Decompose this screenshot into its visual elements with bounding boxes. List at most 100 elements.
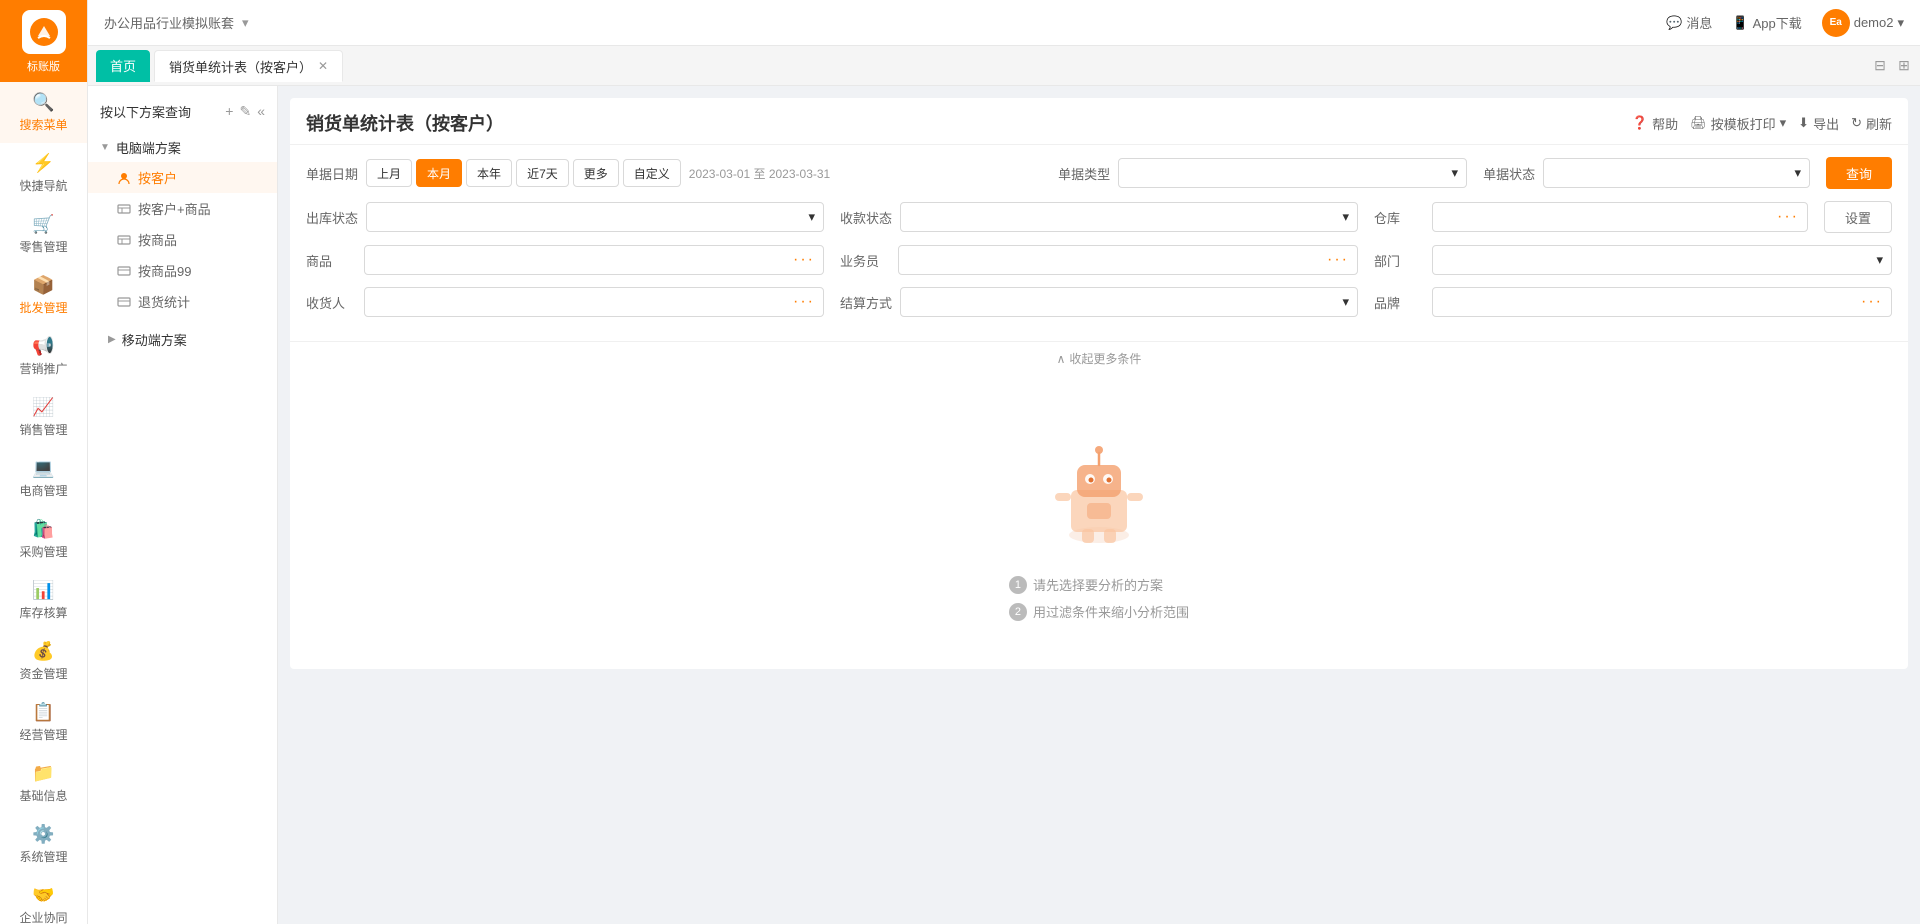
panel-section-pc-header[interactable]: ▼ 电脑端方案	[88, 133, 277, 162]
sidebar-item-marketing[interactable]: 📢 营销推广	[0, 326, 87, 387]
sidebar-item-search[interactable]: 🔍 搜索菜单	[0, 82, 87, 143]
query-section: 单据日期 上月 本月 本年 近7天 更多 自定义 2023-03-01 至 20…	[290, 144, 1908, 341]
page-title: 销货单统计表（按客户）	[306, 110, 504, 136]
out-status-select[interactable]: ▾	[366, 202, 824, 232]
settings-button[interactable]: 设置	[1824, 201, 1892, 233]
message-button[interactable]: 💬 消息	[1666, 13, 1712, 32]
industry-label: 办公用品行业模拟账套	[104, 13, 234, 32]
goods-dots[interactable]: ···	[793, 251, 815, 269]
panel-item-by-customer[interactable]: 按客户	[88, 162, 277, 193]
panel-collapse-icon[interactable]: «	[257, 103, 265, 120]
window-maximize-button[interactable]: ⊞	[1896, 58, 1912, 74]
sidebar-item-search-label: 搜索菜单	[19, 116, 67, 133]
by-goods99-label: 按商品99	[138, 261, 191, 280]
by-customer-icon	[116, 170, 132, 186]
panel-add-icon[interactable]: +	[225, 103, 233, 120]
content-card: 销货单统计表（按客户） ❓ 帮助 🖨 按模板打印 ▾ ⬇	[290, 98, 1908, 669]
top-header: 办公用品行业模拟账套 ▾ 💬 消息 📱 App下载 Ea demo2 ▾	[88, 0, 1920, 46]
settlement-field: 结算方式 ▾	[840, 287, 1358, 317]
sidebar-item-retail[interactable]: 🛒 零售管理	[0, 204, 87, 265]
panel-item-by-customer-goods[interactable]: 按客户+商品	[88, 193, 277, 224]
salesman-dots[interactable]: ···	[1327, 251, 1349, 269]
sidebar-item-system[interactable]: ⚙️ 系统管理	[0, 814, 87, 875]
panel-item-return-stat[interactable]: 退货统计	[88, 286, 277, 317]
sidebar-item-basic[interactable]: 📁 基础信息	[0, 753, 87, 814]
order-status-field: 单据状态 ▾ 查询	[1483, 157, 1892, 189]
query-button[interactable]: 查询	[1826, 157, 1892, 189]
goods-select[interactable]: ···	[364, 245, 824, 275]
template-print-button[interactable]: 🖨 按模板打印 ▾	[1690, 114, 1786, 133]
industry-dropdown-icon[interactable]: ▾	[242, 15, 249, 31]
salesman-select[interactable]: ···	[898, 245, 1358, 275]
tab-close-icon[interactable]: ✕	[318, 59, 328, 73]
settlement-label: 结算方式	[840, 293, 892, 312]
sidebar-item-ecommerce[interactable]: 💻 电商管理	[0, 448, 87, 509]
avatar-initials: Ea	[1830, 17, 1842, 28]
date-btn-last-month[interactable]: 上月	[366, 159, 412, 187]
shortcut-icon: ⚡	[32, 153, 54, 174]
empty-tips: 1 请先选择要分析的方案 2 用过滤条件来缩小分析范围	[1009, 575, 1189, 629]
app-download-button[interactable]: 📱 App下载	[1732, 13, 1801, 32]
department-select[interactable]: ▾	[1432, 245, 1892, 275]
receiver-select[interactable]: ···	[364, 287, 824, 317]
date-btn-this-year[interactable]: 本年	[466, 159, 512, 187]
panel-section-mobile-header[interactable]: ▶ 移动端方案	[88, 325, 277, 354]
sidebar-item-cooperation[interactable]: 🤝 企业协同	[0, 875, 87, 924]
brand-select[interactable]: ···	[1432, 287, 1892, 317]
help-button[interactable]: ❓ 帮助	[1632, 114, 1678, 133]
date-btn-this-month[interactable]: 本月	[416, 159, 462, 187]
user-menu[interactable]: Ea demo2 ▾	[1822, 9, 1904, 37]
sidebar-item-purchase[interactable]: 🛍️ 采购管理	[0, 509, 87, 570]
wholesale-icon: 📦	[32, 275, 54, 296]
panel-item-by-goods99[interactable]: 按商品99	[88, 255, 277, 286]
collect-status-select[interactable]: ▾	[900, 202, 1358, 232]
date-btn-custom[interactable]: 自定义	[623, 159, 681, 187]
sidebar-item-shortcut[interactable]: ⚡ 快捷导航	[0, 143, 87, 204]
warehouse-dots[interactable]: ···	[1777, 208, 1799, 226]
collapse-up-icon: ∧	[1057, 352, 1066, 366]
sidebar-item-basic-label: 基础信息	[19, 787, 67, 804]
receiver-dots[interactable]: ···	[793, 293, 815, 311]
sidebar-menu: 🔍 搜索菜单 ⚡ 快捷导航 🛒 零售管理 📦 批发管理 📢 营销推广 📈 销售管…	[0, 82, 87, 924]
date-btn-more[interactable]: 更多	[573, 159, 619, 187]
date-btn-7days[interactable]: 近7天	[516, 159, 569, 187]
sidebar-item-finance[interactable]: 💰 资金管理	[0, 631, 87, 692]
by-customer-goods-icon	[116, 201, 132, 217]
order-status-select[interactable]: ▾	[1543, 158, 1810, 188]
sidebar-item-wholesale[interactable]: 📦 批发管理	[0, 265, 87, 326]
sidebar-item-cooperation-label: 企业协同	[19, 909, 67, 924]
panel-edit-icon[interactable]: ✎	[239, 103, 251, 120]
order-type-select[interactable]: ▾	[1118, 158, 1467, 188]
search-icon: 🔍	[32, 92, 54, 113]
order-type-dropdown-icon: ▾	[1452, 165, 1459, 181]
order-status-dropdown-icon: ▾	[1794, 165, 1801, 181]
empty-tip-2: 2 用过滤条件来缩小分析范围	[1009, 602, 1189, 621]
sidebar-item-marketing-label: 营销推广	[19, 360, 67, 377]
settlement-select[interactable]: ▾	[900, 287, 1358, 317]
mobile-expand-icon: ▶	[108, 334, 116, 345]
message-label: 消息	[1686, 13, 1712, 32]
header-right: 💬 消息 📱 App下载 Ea demo2 ▾	[1666, 9, 1904, 37]
goods-label: 商品	[306, 251, 356, 270]
panel-item-by-goods[interactable]: 按商品	[88, 224, 277, 255]
tab-home[interactable]: 首页	[96, 50, 150, 82]
by-goods99-icon	[116, 263, 132, 279]
query-row-2: 出库状态 ▾ 收款状态 ▾	[306, 201, 1892, 233]
brand-dots[interactable]: ···	[1861, 293, 1883, 311]
user-dropdown-icon: ▾	[1897, 15, 1904, 31]
warehouse-label: 仓库	[1374, 208, 1424, 227]
tab-sales-stat[interactable]: 销货单统计表（按客户） ✕	[154, 50, 343, 82]
order-type-label: 单据类型	[1058, 164, 1110, 183]
sidebar-item-operation[interactable]: 📋 经营管理	[0, 692, 87, 753]
sidebar-item-inventory[interactable]: 📊 库存核算	[0, 570, 87, 631]
sidebar-item-sales[interactable]: 📈 销售管理	[0, 387, 87, 448]
warehouse-select[interactable]: ···	[1432, 202, 1808, 232]
window-restore-button[interactable]: ⊟	[1872, 58, 1888, 74]
sidebar-item-system-label: 系统管理	[19, 848, 67, 865]
empty-illustration	[1039, 435, 1159, 555]
export-button[interactable]: ⬇ 导出	[1798, 114, 1839, 133]
message-icon: 💬	[1666, 15, 1682, 31]
collapse-bar[interactable]: ∧ 收起更多条件	[290, 341, 1908, 375]
template-print-label: 按模板打印	[1711, 114, 1776, 133]
refresh-button[interactable]: ↻ 刷新	[1851, 114, 1892, 133]
